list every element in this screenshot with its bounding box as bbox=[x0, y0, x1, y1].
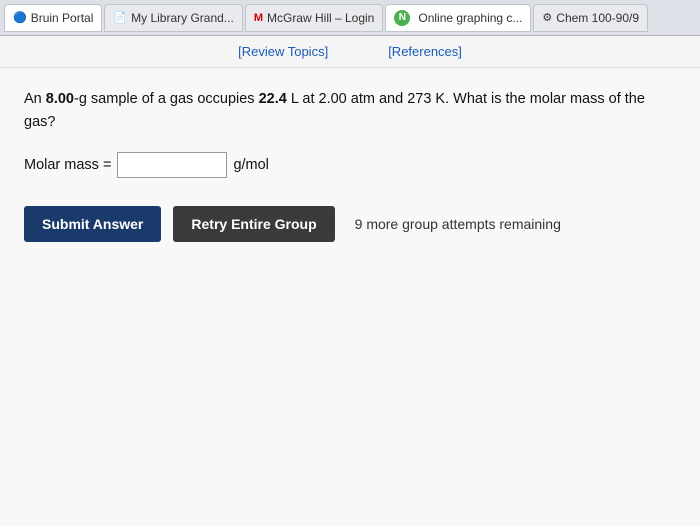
tab-mcgraw-hill[interactable]: M McGraw Hill – Login bbox=[245, 4, 384, 32]
tab-mcgraw-label: McGraw Hill – Login bbox=[267, 11, 374, 25]
tab-bruin-label: Bruin Portal bbox=[31, 11, 94, 25]
unit-label: g/mol bbox=[233, 157, 268, 173]
tab-online-label: Online graphing c... bbox=[418, 11, 522, 25]
volume-value: 22.4 bbox=[259, 91, 287, 107]
link-bar: [Review Topics] [References] bbox=[0, 36, 700, 68]
review-topics-link[interactable]: [Review Topics] bbox=[238, 44, 328, 59]
browser-tab-bar: 🔵 Bruin Portal 📄 My Library Grand... M M… bbox=[0, 0, 700, 36]
molar-mass-input[interactable] bbox=[117, 152, 227, 178]
tab-chem-label: Chem 100-90/9 bbox=[556, 11, 639, 25]
question-text: An 8.00-g sample of a gas occupies 22.4 … bbox=[24, 88, 676, 134]
main-content: An 8.00-g sample of a gas occupies 22.4 … bbox=[0, 68, 700, 526]
tab-bruin-portal[interactable]: 🔵 Bruin Portal bbox=[4, 4, 102, 32]
references-link[interactable]: [References] bbox=[388, 44, 462, 59]
tab-online-graphing[interactable]: N Online graphing c... bbox=[385, 4, 531, 32]
mass-value: 8.00 bbox=[46, 91, 74, 107]
answer-row: Molar mass = g/mol bbox=[24, 152, 676, 178]
library-icon: 📄 bbox=[113, 11, 127, 24]
molar-mass-label: Molar mass = bbox=[24, 157, 111, 173]
tab-library-label: My Library Grand... bbox=[131, 11, 234, 25]
attempts-remaining-text: 9 more group attempts remaining bbox=[355, 216, 561, 232]
button-row: Submit Answer Retry Entire Group 9 more … bbox=[24, 206, 676, 242]
mcgraw-icon: M bbox=[254, 12, 263, 24]
tab-chem[interactable]: ⚙ Chem 100-90/9 bbox=[533, 4, 648, 32]
bruin-icon: 🔵 bbox=[13, 11, 27, 24]
chem-icon: ⚙ bbox=[542, 11, 552, 24]
retry-group-button[interactable]: Retry Entire Group bbox=[173, 206, 334, 242]
tab-my-library[interactable]: 📄 My Library Grand... bbox=[104, 4, 242, 32]
online-icon: N bbox=[394, 10, 410, 26]
submit-answer-button[interactable]: Submit Answer bbox=[24, 206, 161, 242]
